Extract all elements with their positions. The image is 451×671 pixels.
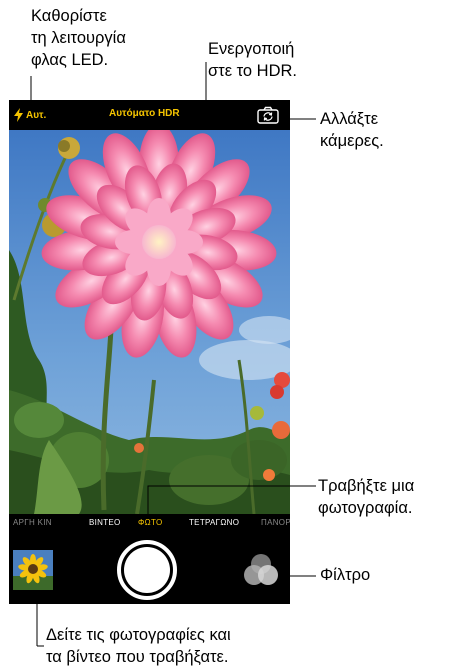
mode-slo-mo[interactable]: ΑΡΓΗ ΚΙΝ — [13, 518, 52, 527]
switch-camera-button[interactable] — [257, 106, 279, 124]
callout-switch-camera-line-1: Αλλάξτε — [320, 110, 379, 128]
camera-screen: Αυτ. Αυτόματο HDR ΑΡΓΗ ΚΙΝ ΒΙΝΤΕΟ ΦΩΤΟ Τ… — [9, 100, 290, 604]
photo-thumbnail[interactable] — [13, 550, 53, 590]
hdr-button[interactable]: Αυτόματο HDR — [109, 108, 180, 119]
callout-flash: Καθορίστε τη λειτουργία φλας LED. — [31, 5, 126, 71]
callout-take-photo: Τραβήξτε μια φωτογραφία. — [318, 475, 414, 519]
camera-mode-selector: ΑΡΓΗ ΚΙΝ ΒΙΝΤΕΟ ΦΩΤΟ ΤΕΤΡΑΓΩΝΟ ΠΑΝΟΡΑΜ — [9, 514, 290, 534]
callout-take-photo-line-2: φωτογραφία. — [318, 499, 413, 517]
annotated-camera-screenshot: Καθορίστε τη λειτουργία φλας LED. Ενεργο… — [0, 0, 451, 671]
camera-bottom-controls — [9, 534, 290, 604]
callout-flash-line-2: τη λειτουργία — [31, 29, 126, 47]
mode-square[interactable]: ΤΕΤΡΑΓΩΝΟ — [189, 518, 239, 527]
shutter-button-inner — [124, 547, 170, 593]
camera-top-bar: Αυτ. Αυτόματο HDR — [9, 100, 290, 130]
mode-pano[interactable]: ΠΑΝΟΡΑΜ — [261, 518, 290, 527]
callout-view-photos-line-2: τα βίντεο που τραβήξατε. — [46, 648, 229, 666]
mode-photo[interactable]: ΦΩΤΟ — [138, 518, 163, 527]
lightning-bolt-icon — [14, 108, 23, 122]
callout-hdr-line-2: στε το HDR. — [208, 62, 298, 80]
callout-filter-line-1: Φίλτρο — [320, 566, 371, 584]
callout-take-photo-line-1: Τραβήξτε μια — [318, 477, 415, 495]
camera-flip-icon — [257, 106, 279, 124]
callout-filter: Φίλτρο — [320, 564, 370, 586]
callout-switch-camera-line-2: κάμερες. — [320, 132, 384, 150]
filter-button[interactable] — [242, 552, 280, 588]
mode-video[interactable]: ΒΙΝΤΕΟ — [89, 518, 121, 527]
callout-switch-camera: Αλλάξτε κάμερες. — [320, 108, 384, 152]
shutter-button[interactable] — [117, 540, 177, 600]
callout-view-photos-line-1: Δείτε τις φωτογραφίες και — [46, 626, 231, 644]
dahlia-scene-image — [9, 130, 290, 514]
flash-mode-label: Αυτ. — [26, 109, 47, 121]
callout-hdr: Ενεργοποιή στε το HDR. — [208, 38, 297, 82]
callout-flash-line-1: Καθορίστε — [31, 7, 107, 25]
dahlia-center — [142, 225, 176, 259]
callout-hdr-line-1: Ενεργοποιή — [208, 40, 295, 58]
flash-mode-button[interactable]: Αυτ. — [14, 106, 46, 124]
callout-flash-line-3: φλας LED. — [31, 51, 109, 69]
filter-circles-icon — [244, 554, 278, 585]
camera-viewfinder[interactable] — [9, 130, 290, 514]
sunflower-photo-thumbnail — [13, 550, 53, 590]
callout-view-photos: Δείτε τις φωτογραφίες και τα βίντεο που … — [46, 624, 231, 668]
